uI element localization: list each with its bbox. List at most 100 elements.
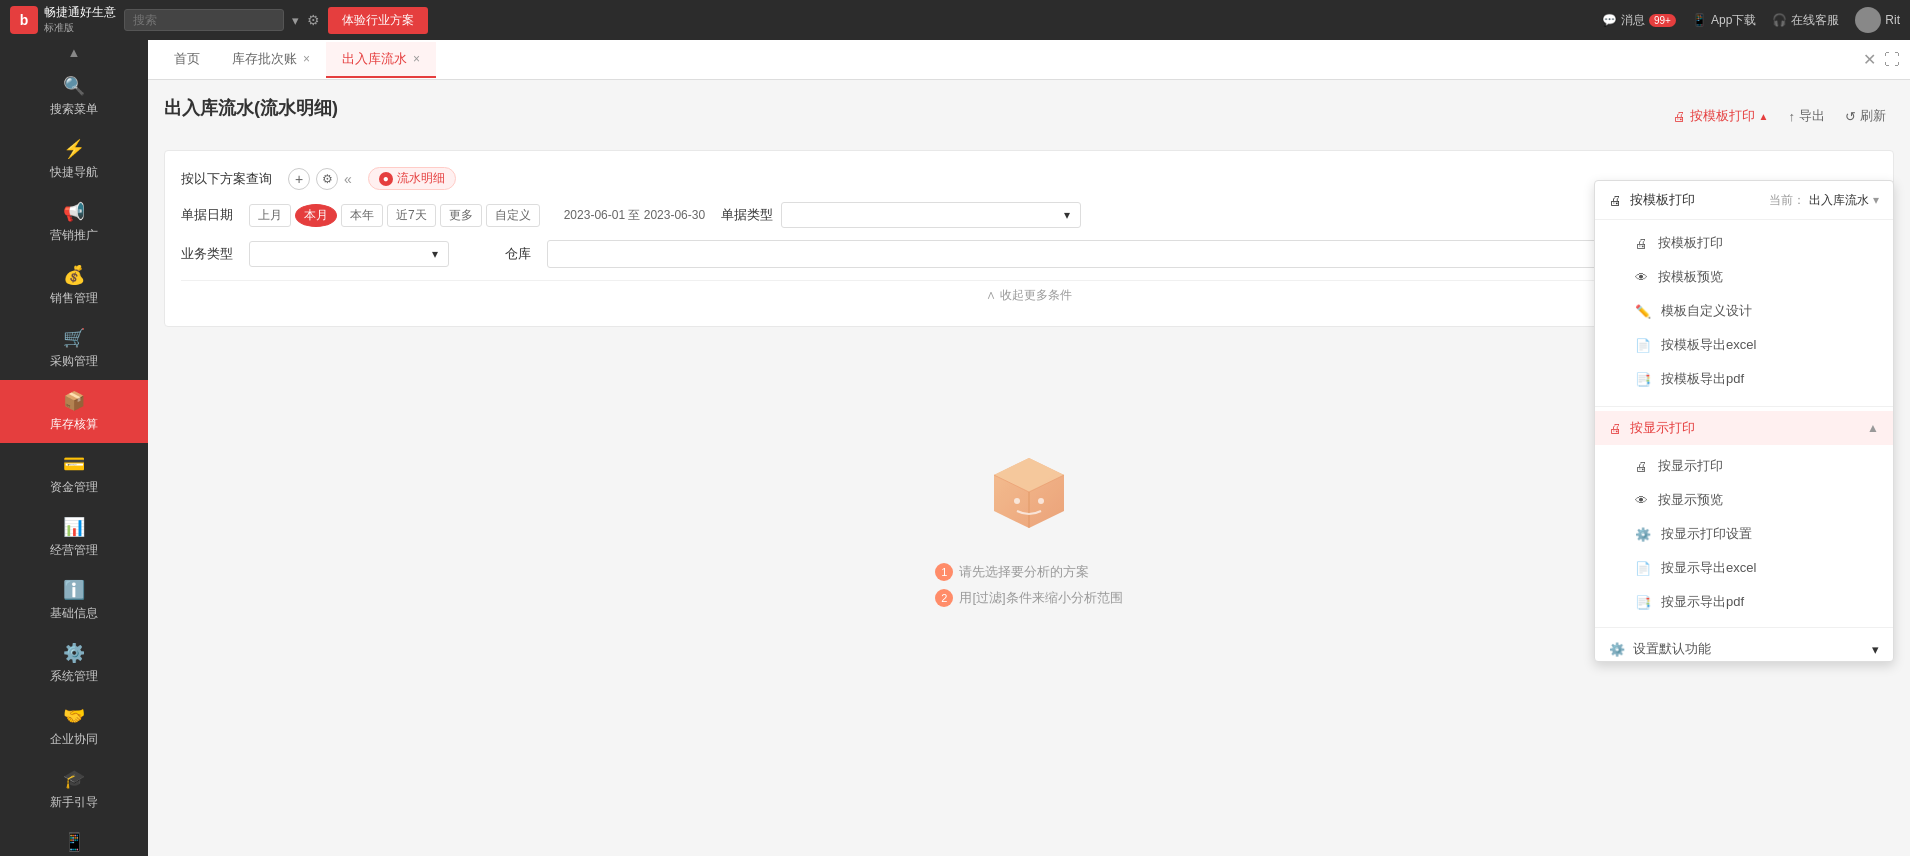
template-pdf-label: 按模板导出pdf — [1661, 370, 1744, 388]
business-type-dropdown-icon: ▾ — [432, 247, 438, 261]
display-excel-item[interactable]: 📄 按显示导出excel — [1595, 551, 1893, 585]
sidebar-item-system[interactable]: ⚙️ 系统管理 — [0, 632, 148, 695]
tab-home[interactable]: 首页 — [158, 42, 216, 78]
message-item[interactable]: 💬 消息 99+ — [1602, 12, 1676, 29]
settings-icon[interactable]: ⚙ — [307, 12, 320, 28]
display-section-icon: 🖨 — [1609, 421, 1622, 436]
tip-item-2: 2 用[过滤]条件来缩小分析范围 — [935, 589, 1122, 607]
refresh-button[interactable]: ↺ 刷新 — [1837, 103, 1894, 129]
search-dropdown-icon[interactable]: ▾ — [292, 13, 299, 28]
trial-button[interactable]: 体验行业方案 — [328, 7, 428, 34]
tip-text-2: 用[过滤]条件来缩小分析范围 — [959, 589, 1122, 607]
filter-tag[interactable]: ● 流水明细 — [368, 167, 456, 190]
dropdown-footer[interactable]: ⚙️ 设置默认功能 ▾ — [1595, 632, 1893, 661]
sidebar-item-sales[interactable]: 💰 销售管理 — [0, 254, 148, 317]
sidebar-item-purchase[interactable]: 🛒 采购管理 — [0, 317, 148, 380]
add-filter-button[interactable]: + — [288, 168, 310, 190]
sidebar-item-label: 营销推广 — [50, 227, 98, 244]
sidebar-item-finance[interactable]: 💳 资金管理 — [0, 443, 148, 506]
tab-close-all-icon[interactable]: ✕ — [1863, 50, 1876, 69]
tip-num-1: 1 — [935, 563, 953, 581]
sidebar-item-quick-nav[interactable]: ⚡ 快捷导航 — [0, 128, 148, 191]
top-bar-left: b 畅捷通好生意 标准版 ▾ ⚙ 体验行业方案 — [10, 5, 428, 35]
dropdown-header[interactable]: 🖨 按模板打印 当前： 出入库流水 ▾ — [1595, 181, 1893, 220]
sidebar-item-label: 经营管理 — [50, 542, 98, 559]
message-icon: 💬 — [1602, 13, 1617, 27]
collapse-more-label: 收起更多条件 — [1000, 288, 1072, 302]
display-settings-item[interactable]: ⚙️ 按显示打印设置 — [1595, 517, 1893, 551]
page-toolbar-right: 🖨 按模板打印 ▲ ↑ 导出 ↺ 刷新 — [1665, 103, 1894, 129]
sidebar-item-app-center[interactable]: 📱 应用中心 — [0, 821, 148, 856]
date-this-year[interactable]: 本年 — [341, 204, 383, 227]
display-section-arrow: ▲ — [1867, 421, 1879, 435]
filter-label: 按以下方案查询 — [181, 170, 272, 188]
display-print-item[interactable]: 🖨 按显示打印 — [1595, 449, 1893, 483]
display-excel-label: 按显示导出excel — [1661, 559, 1756, 577]
template-print-item[interactable]: 🖨 按模板打印 — [1595, 226, 1893, 260]
template-print-button[interactable]: 🖨 按模板打印 ▲ — [1665, 103, 1777, 129]
search-input[interactable] — [124, 9, 284, 31]
quick-nav-icon: ⚡ — [63, 138, 85, 160]
main-layout: ▲ 🔍 搜索菜单 ⚡ 快捷导航 📢 营销推广 💰 销售管理 🛒 采购管理 📦 库… — [0, 40, 1910, 856]
app-download-label: App下载 — [1711, 12, 1756, 29]
logo-area: b 畅捷通好生意 标准版 — [10, 5, 116, 35]
display-excel-icon: 📄 — [1635, 561, 1651, 576]
template-pdf-item[interactable]: 📑 按模板导出pdf — [1595, 362, 1893, 396]
template-custom-label: 模板自定义设计 — [1661, 302, 1752, 320]
template-excel-label: 按模板导出excel — [1661, 336, 1756, 354]
sidebar-item-label: 库存核算 — [50, 416, 98, 433]
tab-batch-account-close[interactable]: × — [303, 52, 310, 66]
date-custom[interactable]: 自定义 — [486, 204, 540, 227]
user-item[interactable]: Rit — [1855, 7, 1900, 33]
display-section-items: 🖨 按显示打印 👁 按显示预览 ⚙️ 按显示打印设置 📄 — [1595, 445, 1893, 623]
tab-flow[interactable]: 出入库流水 × — [326, 42, 436, 78]
bill-type-dropdown-icon: ▾ — [1064, 208, 1070, 222]
tab-flow-close[interactable]: × — [413, 52, 420, 66]
sidebar-item-guide[interactable]: 🎓 新手引导 — [0, 758, 148, 821]
tab-batch-account[interactable]: 库存批次账 × — [216, 42, 326, 78]
app-download-item[interactable]: 📱 App下载 — [1692, 12, 1756, 29]
corp-icon: 🤝 — [63, 705, 85, 727]
print-arrow-icon: ▲ — [1759, 111, 1769, 122]
sidebar-item-basic[interactable]: ℹ️ 基础信息 — [0, 569, 148, 632]
collapse-filter-button[interactable]: « — [344, 171, 352, 187]
app-title: 畅捷通好生意 — [44, 5, 116, 21]
date-last-month[interactable]: 上月 — [249, 204, 291, 227]
sidebar-item-inventory[interactable]: 📦 库存核算 — [0, 380, 148, 443]
display-print-label: 按显示打印 — [1658, 457, 1723, 475]
current-label: 当前： — [1769, 192, 1805, 209]
sidebar-scroll-up[interactable]: ▲ — [0, 40, 148, 65]
template-custom-item[interactable]: ✏️ 模板自定义设计 — [1595, 294, 1893, 328]
template-excel-item[interactable]: 📄 按模板导出excel — [1595, 328, 1893, 362]
dropdown-divider-1 — [1595, 406, 1893, 407]
template-custom-icon: ✏️ — [1635, 304, 1651, 319]
sidebar-item-operations[interactable]: 📊 经营管理 — [0, 506, 148, 569]
operations-icon: 📊 — [63, 516, 85, 538]
app-download-icon: 📱 — [1692, 13, 1707, 27]
business-type-select[interactable]: ▾ — [249, 241, 449, 267]
date-more[interactable]: 更多 — [440, 204, 482, 227]
avatar — [1855, 7, 1881, 33]
settings-footer-icon: ⚙️ — [1609, 642, 1625, 657]
tab-expand-icon[interactable]: ⛶ — [1884, 51, 1900, 69]
sidebar-item-marketing[interactable]: 📢 营销推广 — [0, 191, 148, 254]
export-button[interactable]: ↑ 导出 — [1781, 103, 1834, 129]
template-preview-item[interactable]: 👁 按模板预览 — [1595, 260, 1893, 294]
sidebar-item-label: 新手引导 — [50, 794, 98, 811]
sidebar-item-corp[interactable]: 🤝 企业协同 — [0, 695, 148, 758]
template-print-label: 按模板打印 — [1658, 234, 1723, 252]
footer-arrow: ▾ — [1872, 642, 1879, 657]
sidebar-item-search[interactable]: 🔍 搜索菜单 — [0, 65, 148, 128]
template-print-icon: 🖨 — [1635, 236, 1648, 251]
date-this-month[interactable]: 本月 — [295, 204, 337, 227]
display-pdf-item[interactable]: 📑 按显示导出pdf — [1595, 585, 1893, 619]
online-service-item[interactable]: 🎧 在线客服 — [1772, 12, 1839, 29]
sidebar-item-label: 系统管理 — [50, 668, 98, 685]
filter-actions: + ⚙ « — [288, 168, 352, 190]
display-section-header[interactable]: 🖨 按显示打印 ▲ — [1595, 411, 1893, 445]
display-settings-icon: ⚙️ — [1635, 527, 1651, 542]
date-last7[interactable]: 近7天 — [387, 204, 436, 227]
filter-settings-button[interactable]: ⚙ — [316, 168, 338, 190]
display-preview-item[interactable]: 👁 按显示预览 — [1595, 483, 1893, 517]
bill-type-select[interactable]: ▾ — [781, 202, 1081, 228]
